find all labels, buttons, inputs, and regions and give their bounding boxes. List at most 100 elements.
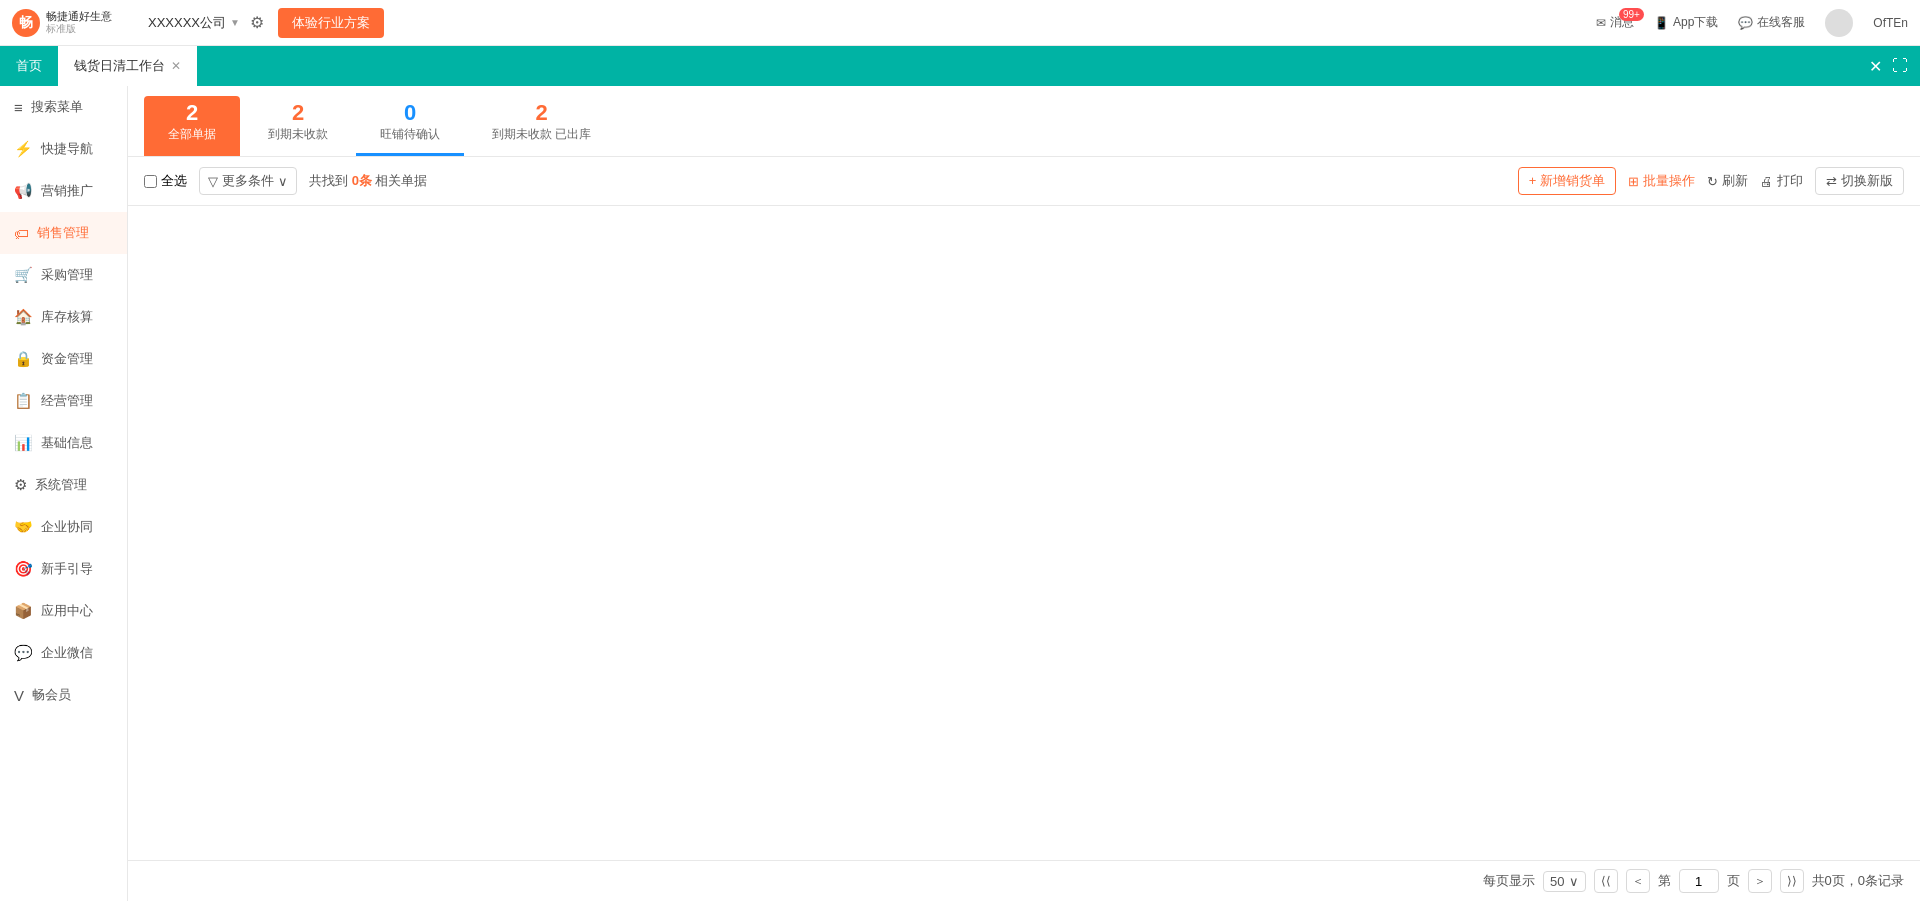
company-selector[interactable]: XXXXXX公司 ▼ (148, 14, 240, 32)
stats-tab-all[interactable]: 2 全部单据 (144, 96, 240, 156)
stats-tab-all-num: 2 (186, 102, 198, 124)
sidebar-item-guide[interactable]: 🎯 新手引导 (0, 548, 127, 590)
first-page-button[interactable]: ⟨⟨ (1594, 869, 1618, 893)
refresh-button[interactable]: ↻ 刷新 (1707, 172, 1748, 190)
company-dropdown-arrow: ▼ (230, 17, 240, 28)
stats-tab-shipped-num: 2 (536, 102, 548, 124)
message-button[interactable]: ✉ 消息 99+ (1596, 14, 1634, 31)
quick-nav-icon: ⚡ (14, 140, 33, 158)
app-download-button[interactable]: 📱 App下载 (1654, 14, 1718, 31)
last-page-button[interactable]: ⟩⟩ (1780, 869, 1804, 893)
company-name: XXXXXX公司 (148, 14, 226, 32)
system-icon: ⚙ (14, 476, 27, 494)
select-all-area[interactable]: 全选 (144, 172, 187, 190)
app-download-icon: 📱 (1654, 16, 1669, 30)
page-suffix: 页 (1727, 872, 1740, 890)
stats-tab-overdue[interactable]: 2 到期未收款 (244, 96, 352, 156)
sidebar-item-operations[interactable]: 📋 经营管理 (0, 380, 127, 422)
next-page-button[interactable]: ＞ (1748, 869, 1772, 893)
search-icon: ≡ (14, 99, 23, 116)
stats-tab-shipped-label: 到期未收款 已出库 (492, 126, 591, 143)
sidebar-item-marketing[interactable]: 📢 营销推广 (0, 170, 127, 212)
stats-tab-overdue-num: 2 (292, 102, 304, 124)
found-text: 共找到 0条 相关单据 (309, 172, 427, 190)
marketing-icon: 📢 (14, 182, 33, 200)
page-label: 第 (1658, 872, 1671, 890)
toolbar-right: + 新增销货单 ⊞ 批量操作 ↻ 刷新 🖨 打印 ⇄ 切换新版 (1518, 167, 1904, 195)
header-right: ✉ 消息 99+ 📱 App下载 💬 在线客服 OfTEn (1596, 9, 1908, 37)
stats-tabs: 2 全部单据 2 到期未收款 0 旺铺待确认 2 到期未收款 已出库 (128, 86, 1920, 157)
logo-text: 畅捷通好生意 标准版 (46, 10, 112, 35)
settings-icon[interactable]: ⚙ (250, 13, 264, 32)
select-all-label: 全选 (161, 172, 187, 190)
page-input[interactable] (1679, 869, 1719, 893)
new-sales-order-button[interactable]: + 新增销货单 (1518, 167, 1616, 195)
sidebar-item-sales[interactable]: 🏷 销售管理 (0, 212, 127, 254)
content-area: 2 全部单据 2 到期未收款 0 旺铺待确认 2 到期未收款 已出库 全选 (128, 86, 1920, 901)
batch-icon: ⊞ (1628, 174, 1639, 189)
avatar[interactable] (1825, 9, 1853, 37)
prev-page-button[interactable]: ＜ (1626, 869, 1650, 893)
sales-icon: 🏷 (14, 225, 29, 242)
stats-tab-pending-num: 0 (404, 102, 416, 124)
guide-icon: 🎯 (14, 560, 33, 578)
tab-minimize-icon[interactable]: ✕ (1869, 57, 1882, 76)
sidebar-item-enterprise[interactable]: 🤝 企业协同 (0, 506, 127, 548)
batch-operation-button[interactable]: ⊞ 批量操作 (1628, 172, 1695, 190)
stats-tab-pending[interactable]: 0 旺铺待确认 (356, 96, 464, 156)
print-button[interactable]: 🖨 打印 (1760, 172, 1803, 190)
per-page-select[interactable]: 50 ∨ (1543, 871, 1585, 892)
per-page-dropdown-icon: ∨ (1569, 874, 1579, 889)
sidebar-item-quick-nav[interactable]: ⚡ 快捷导航 (0, 128, 127, 170)
total-label: 共0页，0条记录 (1812, 872, 1904, 890)
service-icon: 💬 (1738, 16, 1753, 30)
sidebar-item-purchase[interactable]: 🛒 采购管理 (0, 254, 127, 296)
trial-button[interactable]: 体验行业方案 (278, 8, 384, 38)
filter-dropdown-icon: ∨ (278, 174, 288, 189)
user-name[interactable]: OfTEn (1873, 16, 1908, 30)
online-service-button[interactable]: 💬 在线客服 (1738, 14, 1805, 31)
logo-area: 畅 畅捷通好生意 标准版 (12, 9, 140, 37)
sidebar-item-member[interactable]: V 畅会员 (0, 674, 127, 716)
sidebar-item-system[interactable]: ⚙ 系统管理 (0, 464, 127, 506)
wechat-icon: 💬 (14, 644, 33, 662)
pagination-bar: 每页显示 50 ∨ ⟨⟨ ＜ 第 页 ＞ ⟩⟩ 共0页，0条记录 (128, 860, 1920, 901)
purchase-icon: 🛒 (14, 266, 33, 284)
sidebar: ≡ 搜索菜单 ⚡ 快捷导航 📢 营销推广 🏷 销售管理 🛒 采购管理 🏠 库存核… (0, 86, 128, 901)
sidebar-item-inventory[interactable]: 🏠 库存核算 (0, 296, 127, 338)
tab-bar-right: ✕ ⛶ (1869, 57, 1920, 76)
finance-icon: 🔒 (14, 350, 33, 368)
refresh-icon: ↻ (1707, 174, 1718, 189)
message-icon: ✉ (1596, 16, 1606, 30)
filter-button[interactable]: ▽ 更多条件 ∨ (199, 167, 297, 195)
print-icon: 🖨 (1760, 174, 1773, 189)
switch-version-button[interactable]: ⇄ 切换新版 (1815, 167, 1904, 195)
tab-bar: 首页 钱货日清工作台 ✕ ✕ ⛶ (0, 46, 1920, 86)
stats-tab-shipped[interactable]: 2 到期未收款 已出库 (468, 96, 615, 156)
sidebar-item-wechat[interactable]: 💬 企业微信 (0, 632, 127, 674)
sidebar-item-finance[interactable]: 🔒 资金管理 (0, 338, 127, 380)
sidebar-item-app-center[interactable]: 📦 应用中心 (0, 590, 127, 632)
sidebar-item-basic-info[interactable]: 📊 基础信息 (0, 422, 127, 464)
message-badge: 99+ (1619, 8, 1644, 21)
tab-close-icon[interactable]: ✕ (171, 59, 181, 73)
logo-icon: 畅 (12, 9, 40, 37)
member-icon: V (14, 687, 24, 704)
enterprise-icon: 🤝 (14, 518, 33, 536)
tab-home[interactable]: 首页 (0, 46, 58, 86)
switch-icon: ⇄ (1826, 174, 1837, 189)
tab-maximize-icon[interactable]: ⛶ (1892, 57, 1908, 75)
sidebar-item-search[interactable]: ≡ 搜索菜单 (0, 86, 127, 128)
operations-icon: 📋 (14, 392, 33, 410)
inventory-icon: 🏠 (14, 308, 33, 326)
basic-info-icon: 📊 (14, 434, 33, 452)
app-center-icon: 📦 (14, 602, 33, 620)
stats-tab-overdue-label: 到期未收款 (268, 126, 328, 143)
main-layout: ≡ 搜索菜单 ⚡ 快捷导航 📢 营销推广 🏷 销售管理 🛒 采购管理 🏠 库存核… (0, 86, 1920, 901)
toolbar: 全选 ▽ 更多条件 ∨ 共找到 0条 相关单据 + 新增销货单 ⊞ 批量操作 ↻ (128, 157, 1920, 206)
table-area (128, 206, 1920, 860)
select-all-checkbox[interactable] (144, 175, 157, 188)
found-count: 0条 (352, 173, 372, 188)
filter-icon: ▽ (208, 174, 218, 189)
tab-workspace[interactable]: 钱货日清工作台 ✕ (58, 46, 197, 86)
